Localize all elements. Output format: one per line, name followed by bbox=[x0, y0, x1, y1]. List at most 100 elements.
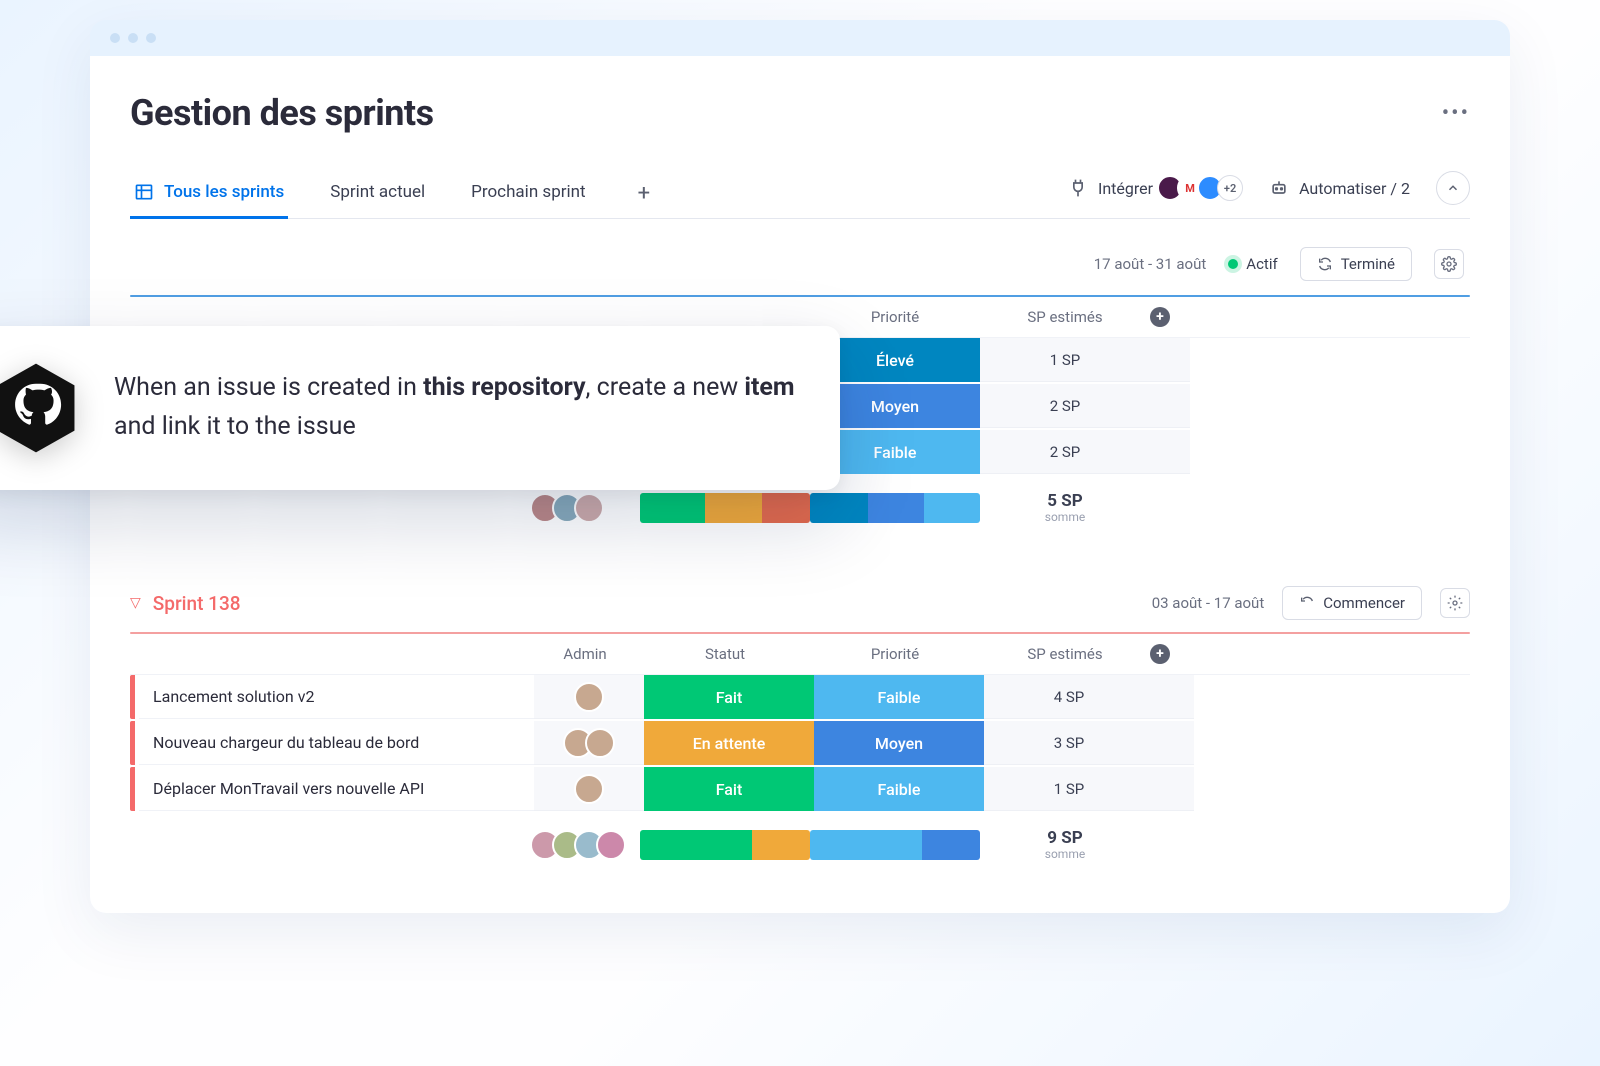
sprint138-header: ▽ Sprint 138 03 août - 17 août Commencer bbox=[130, 586, 1470, 620]
automate-label: Automatiser / 2 bbox=[1299, 179, 1410, 198]
col-admin-header: Admin bbox=[530, 645, 640, 663]
status-cell[interactable]: Fait bbox=[644, 675, 814, 719]
automation-overlay-card: When an issue is created in this reposit… bbox=[0, 326, 840, 490]
app-frame: Gestion des sprints ••• Tous les sprints… bbox=[90, 56, 1510, 913]
table-row[interactable]: Nouveau chargeur du tableau de bord En a… bbox=[130, 721, 1470, 767]
tab-current-sprint[interactable]: Sprint actuel bbox=[326, 168, 429, 219]
collapse-button[interactable] bbox=[1436, 171, 1470, 205]
row-accent bbox=[130, 767, 135, 811]
sp-cell: 3 SP bbox=[984, 721, 1154, 765]
row-accent bbox=[130, 675, 135, 719]
sprint138-title: Sprint 138 bbox=[153, 592, 241, 615]
integration-more-badge[interactable]: +2 bbox=[1217, 175, 1243, 201]
action-label: Commencer bbox=[1323, 594, 1405, 612]
add-tab-button[interactable]: + bbox=[628, 181, 660, 206]
summary-avatars bbox=[530, 493, 640, 523]
table-row[interactable]: Déplacer MonTravail vers nouvelle API Fa… bbox=[130, 767, 1470, 813]
overlay-text-part: and link it to the issue bbox=[114, 412, 356, 441]
action-label: Terminé bbox=[1341, 255, 1395, 273]
col-sp-header: SP estimés bbox=[980, 308, 1150, 326]
refresh-icon bbox=[1299, 595, 1315, 611]
plug-icon bbox=[1068, 178, 1088, 198]
page-title: Gestion des sprints bbox=[130, 92, 434, 134]
sprint138-dates: 03 août - 17 août bbox=[1152, 594, 1265, 612]
tabs-bar: Tous les sprints Sprint actuel Prochain … bbox=[130, 168, 1470, 219]
integration-icons: M +2 bbox=[1163, 175, 1243, 201]
chevron-down-icon: ▽ bbox=[130, 595, 141, 611]
col-priority-header: Priorité bbox=[810, 308, 980, 326]
tab-next-sprint[interactable]: Prochain sprint bbox=[467, 168, 589, 219]
overlay-text-bold: item bbox=[744, 373, 794, 402]
tab-label: Prochain sprint bbox=[471, 182, 585, 202]
sp-cell: 1 SP bbox=[984, 767, 1154, 811]
row-accent bbox=[130, 721, 135, 765]
browser-chrome: Gestion des sprints ••• Tous les sprints… bbox=[90, 20, 1510, 913]
plus-icon: + bbox=[1150, 644, 1170, 664]
view-tabs: Tous les sprints Sprint actuel Prochain … bbox=[130, 168, 1058, 218]
finish-sprint-button[interactable]: Terminé bbox=[1300, 247, 1412, 281]
sp-sum-label: somme bbox=[1045, 848, 1085, 861]
start-sprint-button[interactable]: Commencer bbox=[1282, 586, 1422, 620]
status-cell[interactable]: En attente bbox=[644, 721, 814, 765]
summary-sp: 9 SPsomme bbox=[980, 829, 1150, 861]
status-dot-icon bbox=[1228, 259, 1238, 269]
window-dot bbox=[110, 33, 120, 43]
integrate-label: Intégrer bbox=[1098, 179, 1153, 198]
sprint-dates: 17 août - 31 août bbox=[1094, 255, 1207, 273]
priority-cell[interactable]: Faible bbox=[814, 767, 984, 811]
col-priority-header: Priorité bbox=[810, 645, 980, 663]
status-cell[interactable]: Fait bbox=[644, 767, 814, 811]
page-header: Gestion des sprints ••• bbox=[130, 92, 1470, 134]
sp-cell: 2 SP bbox=[980, 384, 1150, 428]
summary-sp: 5 SPsomme bbox=[980, 492, 1150, 524]
summary-status-bar bbox=[640, 830, 810, 860]
summary-priority-bar bbox=[810, 830, 980, 860]
sprint138-settings-button[interactable] bbox=[1440, 588, 1470, 618]
task-name[interactable]: Lancement solution v2 bbox=[139, 675, 534, 719]
table-icon bbox=[134, 182, 154, 202]
priority-cell[interactable]: Moyen bbox=[814, 721, 984, 765]
robot-icon bbox=[1269, 178, 1289, 198]
sp-cell: 1 SP bbox=[980, 338, 1150, 382]
github-icon bbox=[0, 366, 78, 450]
sp-sum-label: somme bbox=[1045, 511, 1085, 524]
task-name[interactable]: Nouveau chargeur du tableau de bord bbox=[139, 721, 534, 765]
summary-priority-bar bbox=[810, 493, 980, 523]
admin-cell[interactable] bbox=[534, 721, 644, 765]
admin-cell[interactable] bbox=[534, 675, 644, 719]
automation-description: When an issue is created in this reposit… bbox=[114, 369, 796, 447]
col-sp-header: SP estimés bbox=[980, 645, 1150, 663]
automate-button[interactable]: Automatiser / 2 bbox=[1269, 178, 1410, 198]
sprint138-summary: 9 SPsomme bbox=[130, 817, 1470, 873]
tab-all-sprints[interactable]: Tous les sprints bbox=[130, 168, 288, 219]
add-column-button[interactable]: + bbox=[1150, 307, 1190, 327]
window-dot bbox=[128, 33, 138, 43]
table-row[interactable]: Lancement solution v2 Fait Faible 4 SP bbox=[130, 675, 1470, 721]
sprint-settings-button[interactable] bbox=[1434, 249, 1464, 279]
sprint138-title-group[interactable]: ▽ Sprint 138 bbox=[130, 592, 241, 615]
tab-label: Sprint actuel bbox=[330, 182, 425, 202]
status-label: Actif bbox=[1246, 255, 1277, 273]
integrate-button[interactable]: Intégrer M +2 bbox=[1068, 175, 1243, 201]
sprint138-columns-header: Admin Statut Priorité SP estimés + bbox=[130, 634, 1470, 675]
toolbar-right: Intégrer M +2 Automatiser / 2 bbox=[1068, 171, 1470, 215]
priority-cell[interactable]: Faible bbox=[814, 675, 984, 719]
overlay-text-part: When an issue is created in bbox=[114, 373, 423, 402]
col-status-header: Statut bbox=[640, 645, 810, 663]
window-dot bbox=[146, 33, 156, 43]
summary-status-bar bbox=[640, 493, 810, 523]
admin-cell[interactable] bbox=[534, 767, 644, 811]
sprint-active-header: 17 août - 31 août Actif Terminé bbox=[130, 247, 1470, 281]
task-name[interactable]: Déplacer MonTravail vers nouvelle API bbox=[139, 767, 534, 811]
window-controls bbox=[90, 20, 1510, 56]
plus-icon: + bbox=[1150, 307, 1170, 327]
sprint138-rows: Lancement solution v2 Fait Faible 4 SP N… bbox=[130, 675, 1470, 813]
overlay-text-part: , create a new bbox=[586, 373, 745, 402]
sp-sum-value: 5 SP bbox=[1047, 492, 1082, 511]
refresh-icon bbox=[1317, 256, 1333, 272]
sp-sum-value: 9 SP bbox=[1047, 829, 1082, 848]
tab-label: Tous les sprints bbox=[164, 182, 284, 202]
more-menu-button[interactable]: ••• bbox=[1442, 101, 1470, 126]
summary-avatars bbox=[530, 830, 640, 860]
add-column-button[interactable]: + bbox=[1150, 644, 1190, 664]
